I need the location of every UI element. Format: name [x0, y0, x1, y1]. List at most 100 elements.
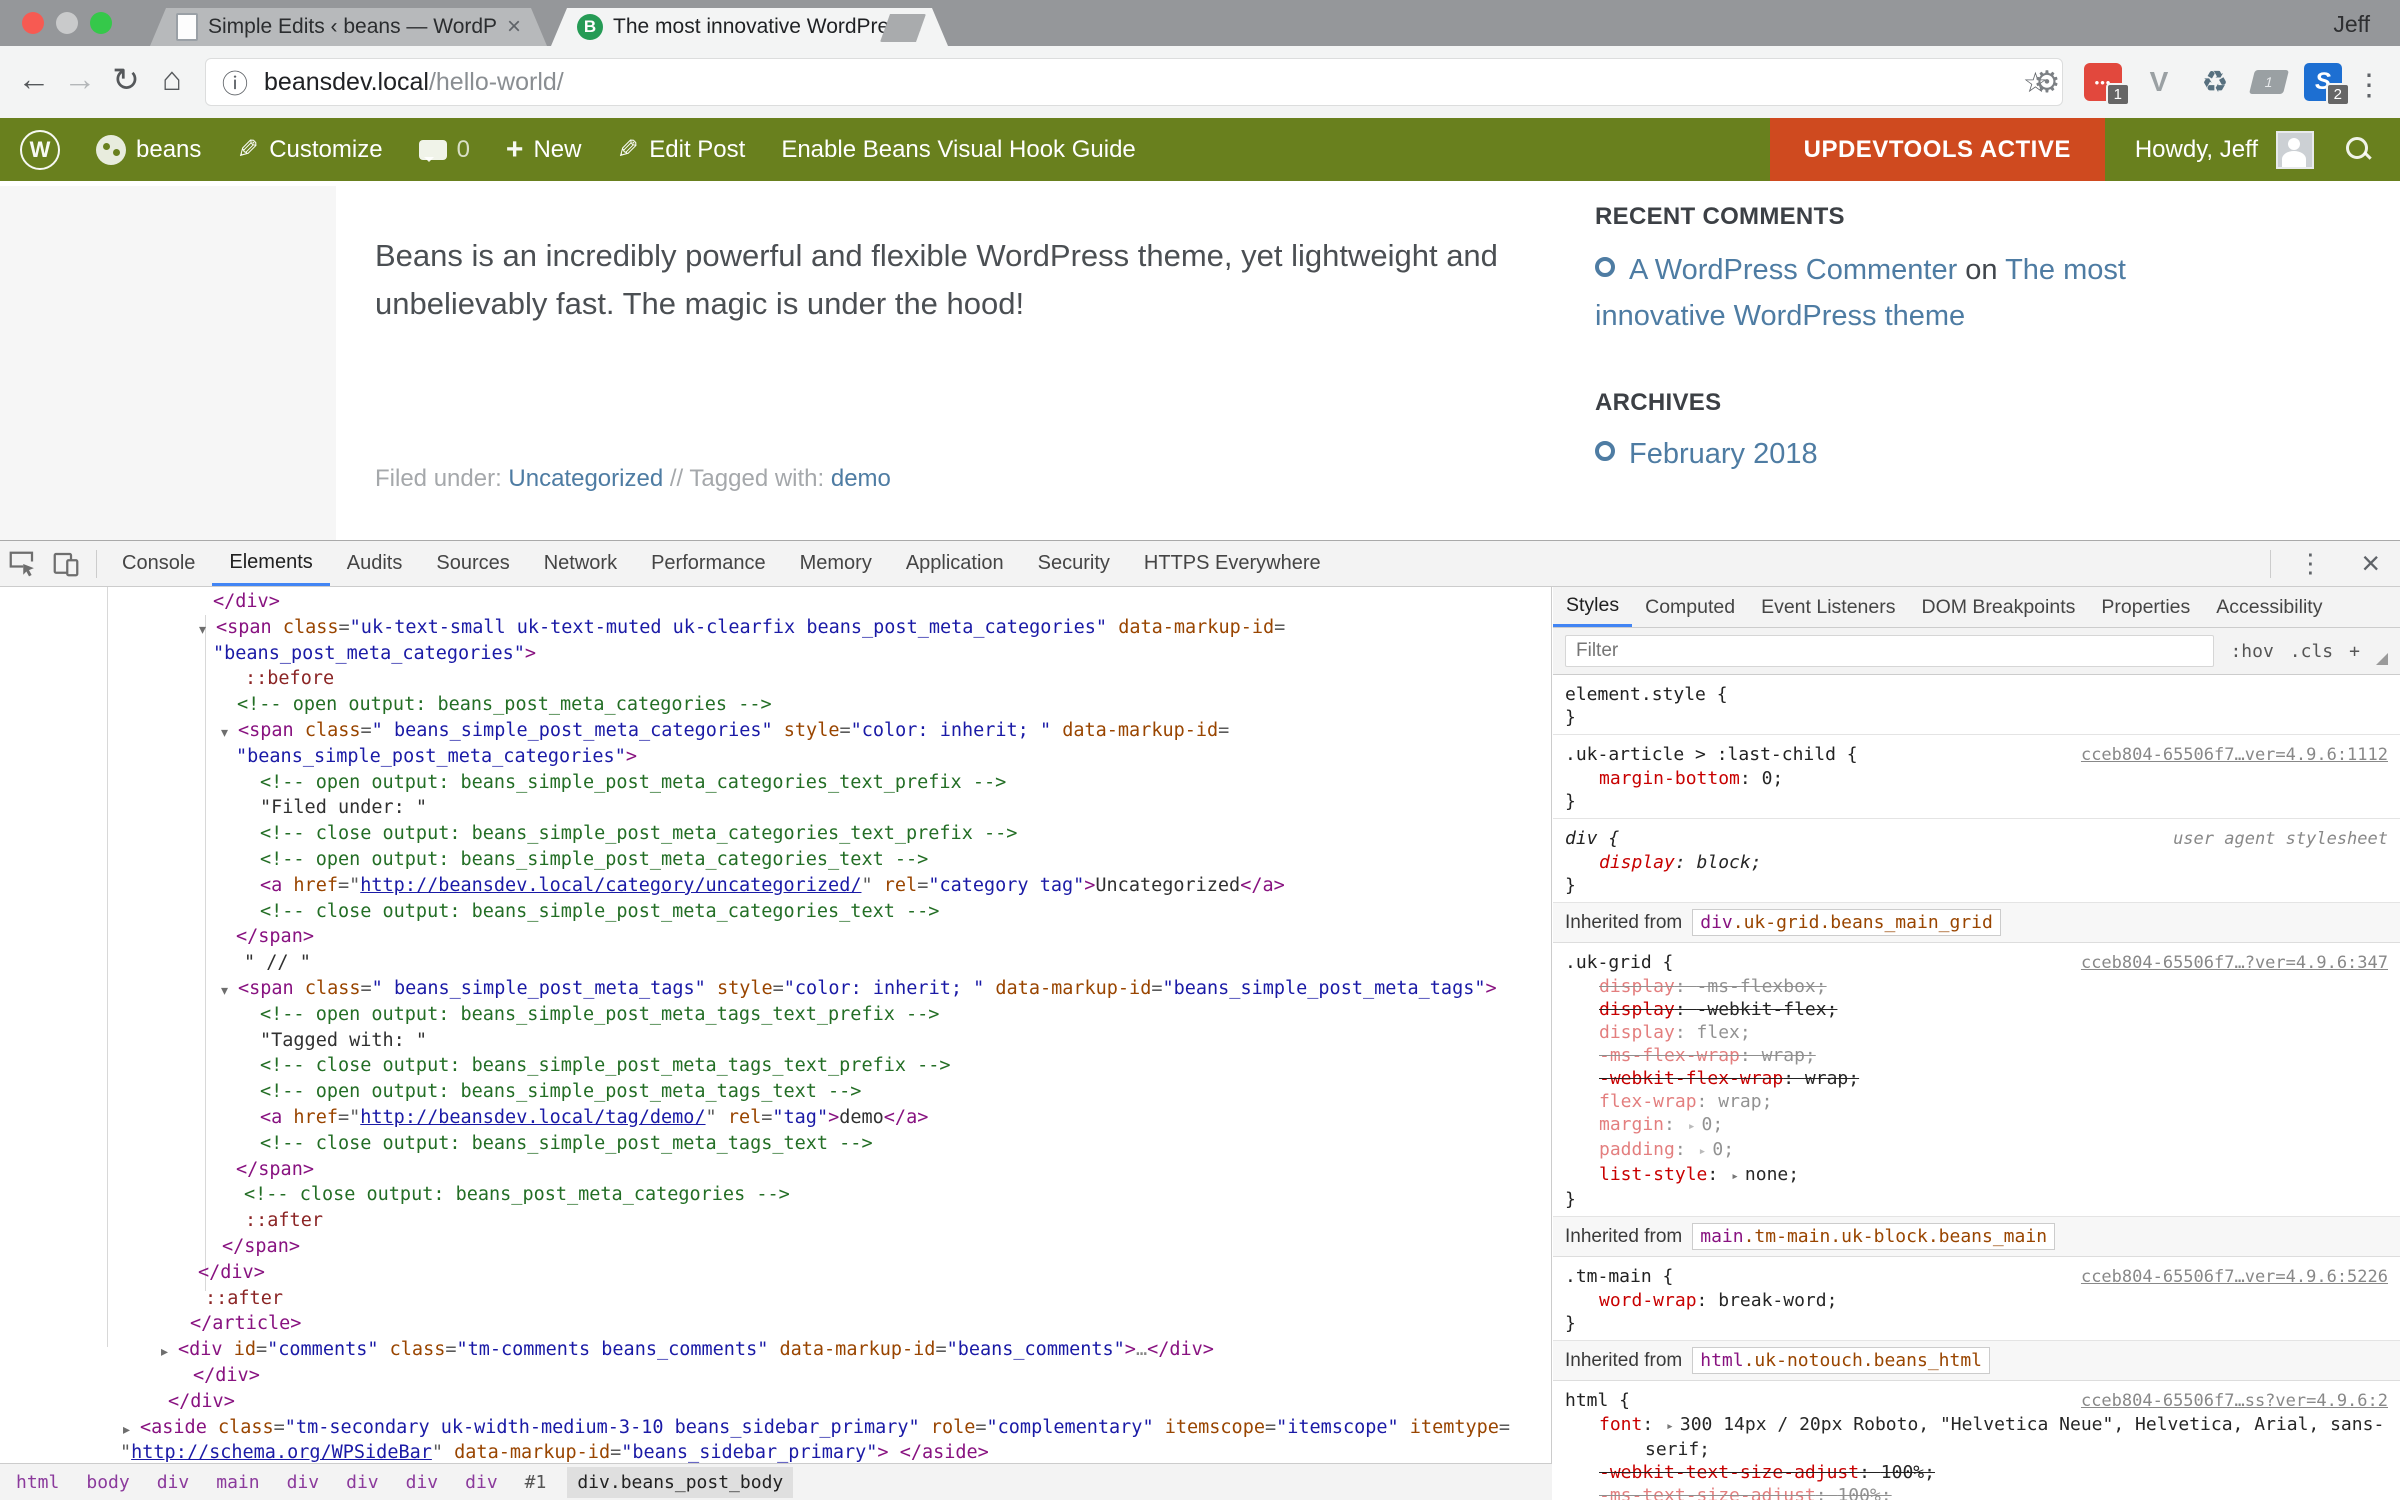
dom-tree-row[interactable]: <!-- open output: beans_simple_post_meta… — [0, 1002, 1551, 1028]
inherited-selector-chip[interactable]: html.uk-notouch.beans_html — [1692, 1347, 1991, 1374]
devtools-close-icon[interactable]: × — [2341, 545, 2400, 582]
dom-tree-row[interactable]: <!-- close output: beans_simple_post_met… — [0, 899, 1551, 925]
back-icon[interactable]: ← — [12, 60, 56, 98]
devtools-tab-https-everywhere[interactable]: HTTPS Everywhere — [1127, 541, 1338, 586]
s-blue-extension-icon[interactable]: S2 — [2304, 63, 2350, 106]
page-info-icon[interactable]: ⓘ — [222, 64, 248, 101]
expand-value-icon[interactable]: ▸ — [1729, 1169, 1745, 1184]
close-window-icon[interactable] — [22, 12, 44, 34]
dom-tree-row[interactable]: <!-- close output: beans_simple_post_met… — [0, 1053, 1551, 1079]
dom-tree-row[interactable]: ▸ <aside class="tm-secondary uk-width-med… — [0, 1415, 1551, 1441]
devtools-tab-memory[interactable]: Memory — [783, 541, 889, 586]
dom-tree-row[interactable]: "beans_simple_post_meta_categories"> — [0, 744, 1551, 770]
styles-filter-button[interactable]: + — [2349, 641, 2360, 662]
dom-tree-row[interactable]: "Filed under: " — [0, 795, 1551, 821]
css-rule[interactable]: .uk-grid {cceb804-65506f7…?ver=4.9.6:347… — [1553, 943, 2400, 1217]
css-rule[interactable]: div {user agent stylesheet display: block… — [1553, 819, 2400, 903]
adminbar-item-comments[interactable]: 0 — [418, 136, 470, 164]
devtools-tab-audits[interactable]: Audits — [330, 541, 420, 586]
vue-extension-icon[interactable]: V — [2140, 63, 2178, 101]
css-property[interactable]: -ms-flex-wrap: wrap; — [1565, 1044, 2388, 1067]
updevtools-active-badge[interactable]: UPDEVTOOLS ACTIVE — [1769, 118, 2105, 181]
stylesheet-source-link[interactable]: cceb804-65506f7…?ver=4.9.6:347 — [2069, 952, 2388, 975]
breadcrumb-item[interactable]: div — [346, 1472, 379, 1493]
dom-tree-row[interactable]: </div> — [0, 589, 1551, 615]
expand-value-icon[interactable]: ▸ — [1664, 1419, 1680, 1434]
styles-tab-styles[interactable]: Styles — [1553, 587, 1633, 627]
tab-close-icon[interactable]: × — [507, 15, 521, 39]
styles-filter-input[interactable] — [1565, 635, 2215, 667]
devtools-tab-sources[interactable]: Sources — [419, 541, 526, 586]
css-property[interactable]: -ms-text-size-adjust: 100%; — [1565, 1484, 2388, 1500]
styles-tab-computed[interactable]: Computed — [1632, 587, 1748, 627]
css-property[interactable]: padding: ▸ 0; — [1565, 1138, 2388, 1163]
dom-tree-row[interactable]: <!-- open output: beans_simple_post_meta… — [0, 1079, 1551, 1105]
stylesheet-source-link[interactable]: cceb804-65506f7…ver=4.9.6:1112 — [2069, 744, 2388, 767]
dom-tree-row[interactable]: "Tagged with: " — [0, 1028, 1551, 1054]
maximize-window-icon[interactable] — [90, 12, 112, 34]
dom-tree-row[interactable]: "http://schema.org/WPSideBar" data-marku… — [0, 1440, 1551, 1463]
stylesheet-source-link[interactable]: cceb804-65506f7…ver=4.9.6:5226 — [2069, 1266, 2388, 1289]
adminbar-item-site[interactable]: beans — [96, 134, 201, 165]
browser-menu-icon[interactable]: ⋮ — [2354, 68, 2384, 103]
dom-tree-row[interactable]: ▸ <div id="comments" class="tm-comments b… — [0, 1337, 1551, 1363]
breadcrumb-item[interactable]: body — [86, 1472, 129, 1493]
dom-tree-row[interactable]: <!-- open output: beans_simple_post_meta… — [0, 770, 1551, 796]
css-rule[interactable]: html {cceb804-65506f7…ss?ver=4.9.6:2 font… — [1553, 1381, 2400, 1500]
dom-tree-row[interactable]: <a href="http://beansdev.local/tag/demo/… — [0, 1105, 1551, 1131]
dom-tree-row[interactable]: </span> — [0, 1234, 1551, 1260]
dom-tree-row[interactable]: </div> — [0, 1363, 1551, 1389]
breadcrumb-item[interactable]: div.beans_post_body — [567, 1466, 794, 1498]
css-property[interactable]: flex-wrap: wrap; — [1565, 1090, 2388, 1113]
devtools-tab-network[interactable]: Network — [527, 541, 634, 586]
archive-link[interactable]: February 2018 — [1629, 438, 1818, 470]
adminbar-item-new[interactable]: + New — [506, 133, 582, 167]
dom-tree-row[interactable]: </div> — [0, 1389, 1551, 1415]
adminbar-item-beans-hook-guide[interactable]: Enable Beans Visual Hook Guide — [781, 136, 1135, 164]
search-icon[interactable] — [2346, 136, 2372, 163]
dom-tree-row[interactable]: " // " — [0, 950, 1551, 976]
devtools-tab-application[interactable]: Application — [889, 541, 1021, 586]
styles-tab-event-listeners[interactable]: Event Listeners — [1748, 587, 1908, 627]
css-property[interactable]: list-style: ▸ none; — [1565, 1163, 2388, 1188]
dom-tree-row[interactable]: ::before — [0, 666, 1551, 692]
device-toolbar-icon[interactable] — [44, 541, 88, 586]
dom-tree-row[interactable]: ▾ <span class="uk-text-small uk-text-mute… — [0, 615, 1551, 641]
adminbar-item-edit-post[interactable]: ✎ Edit Post — [617, 134, 745, 165]
css-property[interactable]: -webkit-text-size-adjust: 100%; — [1565, 1461, 2388, 1484]
dom-tree-row[interactable]: ▾ <span class=" beans_simple_post_meta_ta… — [0, 976, 1551, 1002]
recycle-extension-icon[interactable]: ♻ — [2196, 63, 2234, 101]
inspect-element-icon[interactable] — [0, 541, 44, 586]
breadcrumb-item[interactable]: html — [16, 1472, 59, 1493]
devtools-tab-console[interactable]: Console — [105, 541, 212, 586]
howdy-account-link[interactable]: Howdy, Jeff — [2135, 136, 2258, 164]
dom-tree-row[interactable]: ::after — [0, 1286, 1551, 1312]
styles-tab-dom-breakpoints[interactable]: DOM Breakpoints — [1908, 587, 2088, 627]
adminbar-item-wp-logo[interactable]: W — [20, 129, 60, 170]
dom-tree-row[interactable]: <!-- close output: beans_simple_post_met… — [0, 821, 1551, 847]
breadcrumb-item[interactable]: div — [465, 1472, 498, 1493]
devtools-menu-icon[interactable]: ⋮ — [2279, 548, 2341, 579]
collapse-arrow-icon[interactable]: ▾ — [221, 978, 228, 1004]
expand-arrow-icon[interactable]: ▸ — [123, 1417, 130, 1443]
breadcrumb-item[interactable]: div — [406, 1472, 439, 1493]
dom-tree-row[interactable]: "beans_post_meta_categories"> — [0, 641, 1551, 667]
css-property[interactable]: font: ▸ 300 14px / 20px Roboto, "Helvetic… — [1565, 1413, 2388, 1461]
category-link[interactable]: Uncategorized — [508, 465, 663, 492]
css-property[interactable]: display: -ms-flexbox; — [1565, 975, 2388, 998]
dom-tree-row[interactable]: <a href="http://beansdev.local/category/… — [0, 873, 1551, 899]
dom-tree-row[interactable]: <!-- close output: beans_post_meta_categ… — [0, 1182, 1551, 1208]
breadcrumb-item[interactable]: #1 — [525, 1472, 547, 1493]
dom-tree-row[interactable]: ::after — [0, 1208, 1551, 1234]
devtools-tab-security[interactable]: Security — [1021, 541, 1127, 586]
css-rule[interactable]: .tm-main {cceb804-65506f7…ver=4.9.6:5226… — [1553, 1257, 2400, 1341]
browser-tab[interactable]: Simple Edits ‹ beans — WordP × — [150, 8, 547, 46]
dom-tree-row[interactable]: </span> — [0, 924, 1551, 950]
tag-link[interactable]: demo — [831, 465, 891, 492]
expand-value-icon[interactable]: ▸ — [1686, 1119, 1702, 1134]
dom-tree-row[interactable]: <!-- close output: beans_simple_post_met… — [0, 1131, 1551, 1157]
dom-tree-row[interactable]: </div> — [0, 1260, 1551, 1286]
breadcrumb-item[interactable]: div — [287, 1472, 320, 1493]
css-property[interactable]: display: -webkit-flex; — [1565, 998, 2388, 1021]
devtools-tab-performance[interactable]: Performance — [634, 541, 783, 586]
